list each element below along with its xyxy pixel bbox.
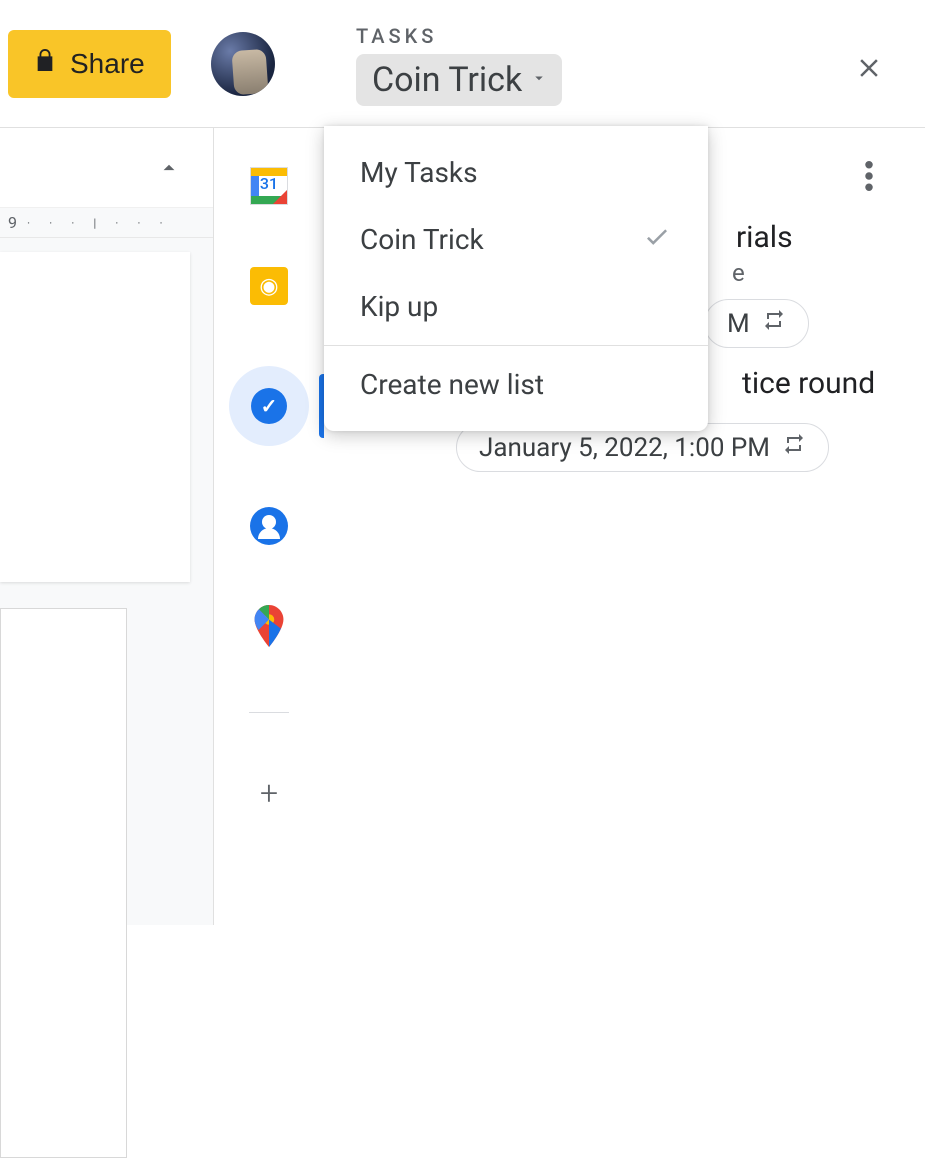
share-label: Share bbox=[70, 48, 145, 80]
dropdown-item-coin-trick[interactable]: Coin Trick bbox=[324, 205, 708, 274]
task-title: tice round bbox=[742, 366, 893, 401]
dropdown-item-label: Coin Trick bbox=[360, 223, 484, 256]
chevron-up-icon[interactable] bbox=[145, 144, 193, 192]
document-canvas bbox=[0, 238, 213, 925]
dropdown-item-label: My Tasks bbox=[360, 156, 478, 189]
dropdown-item-my-tasks[interactable]: My Tasks bbox=[324, 140, 708, 205]
plus-icon: + bbox=[260, 774, 278, 812]
dropdown-item-label: Kip up bbox=[360, 290, 438, 323]
maps-icon[interactable] bbox=[249, 606, 289, 646]
task-date-chip[interactable]: M bbox=[704, 299, 809, 348]
dropdown-item-label: Create new list bbox=[360, 368, 544, 401]
task-description: e bbox=[732, 259, 893, 287]
ruler-number: 9 bbox=[8, 213, 17, 232]
collapse-row bbox=[0, 128, 213, 208]
task-title: rials bbox=[736, 220, 893, 255]
sidebar-divider bbox=[249, 712, 289, 713]
more-menu-button[interactable] bbox=[845, 152, 893, 200]
close-button[interactable] bbox=[845, 44, 893, 92]
tasks-panel-header: TASKS Coin Trick bbox=[324, 0, 925, 128]
tasks-label: TASKS bbox=[356, 24, 893, 48]
lock-icon bbox=[34, 47, 56, 80]
check-icon bbox=[642, 221, 672, 258]
share-button[interactable]: Share bbox=[8, 30, 171, 98]
contacts-icon[interactable] bbox=[249, 506, 289, 546]
ruler-ticks: · · · | · · · bbox=[27, 216, 171, 230]
document-page[interactable] bbox=[0, 252, 190, 582]
list-dropdown-menu: My Tasks Coin Trick Kip up Create new li… bbox=[324, 126, 708, 431]
keep-icon[interactable]: ◉ bbox=[249, 266, 289, 306]
avatar[interactable] bbox=[211, 32, 275, 96]
ruler: 9 · · · | · · · bbox=[0, 208, 213, 238]
document-page-2[interactable] bbox=[0, 608, 127, 1158]
list-selector-button[interactable]: Coin Trick bbox=[356, 54, 562, 106]
side-panel-rail: ◉ ✓ + bbox=[214, 128, 324, 925]
dropdown-create-new-list[interactable]: Create new list bbox=[324, 352, 708, 417]
tasks-icon[interactable]: ✓ bbox=[229, 366, 309, 446]
calendar-icon[interactable] bbox=[249, 166, 289, 206]
dropdown-item-kip-up[interactable]: Kip up bbox=[324, 274, 708, 339]
repeat-icon bbox=[782, 432, 806, 463]
chevron-down-icon bbox=[530, 68, 548, 92]
task-date-text: M bbox=[727, 309, 750, 339]
add-addon-button[interactable]: + bbox=[249, 773, 289, 813]
repeat-icon bbox=[762, 308, 786, 339]
task-date-text: January 5, 2022, 1:00 PM bbox=[479, 433, 770, 463]
list-selector-label: Coin Trick bbox=[372, 60, 522, 100]
dropdown-separator bbox=[324, 345, 708, 346]
